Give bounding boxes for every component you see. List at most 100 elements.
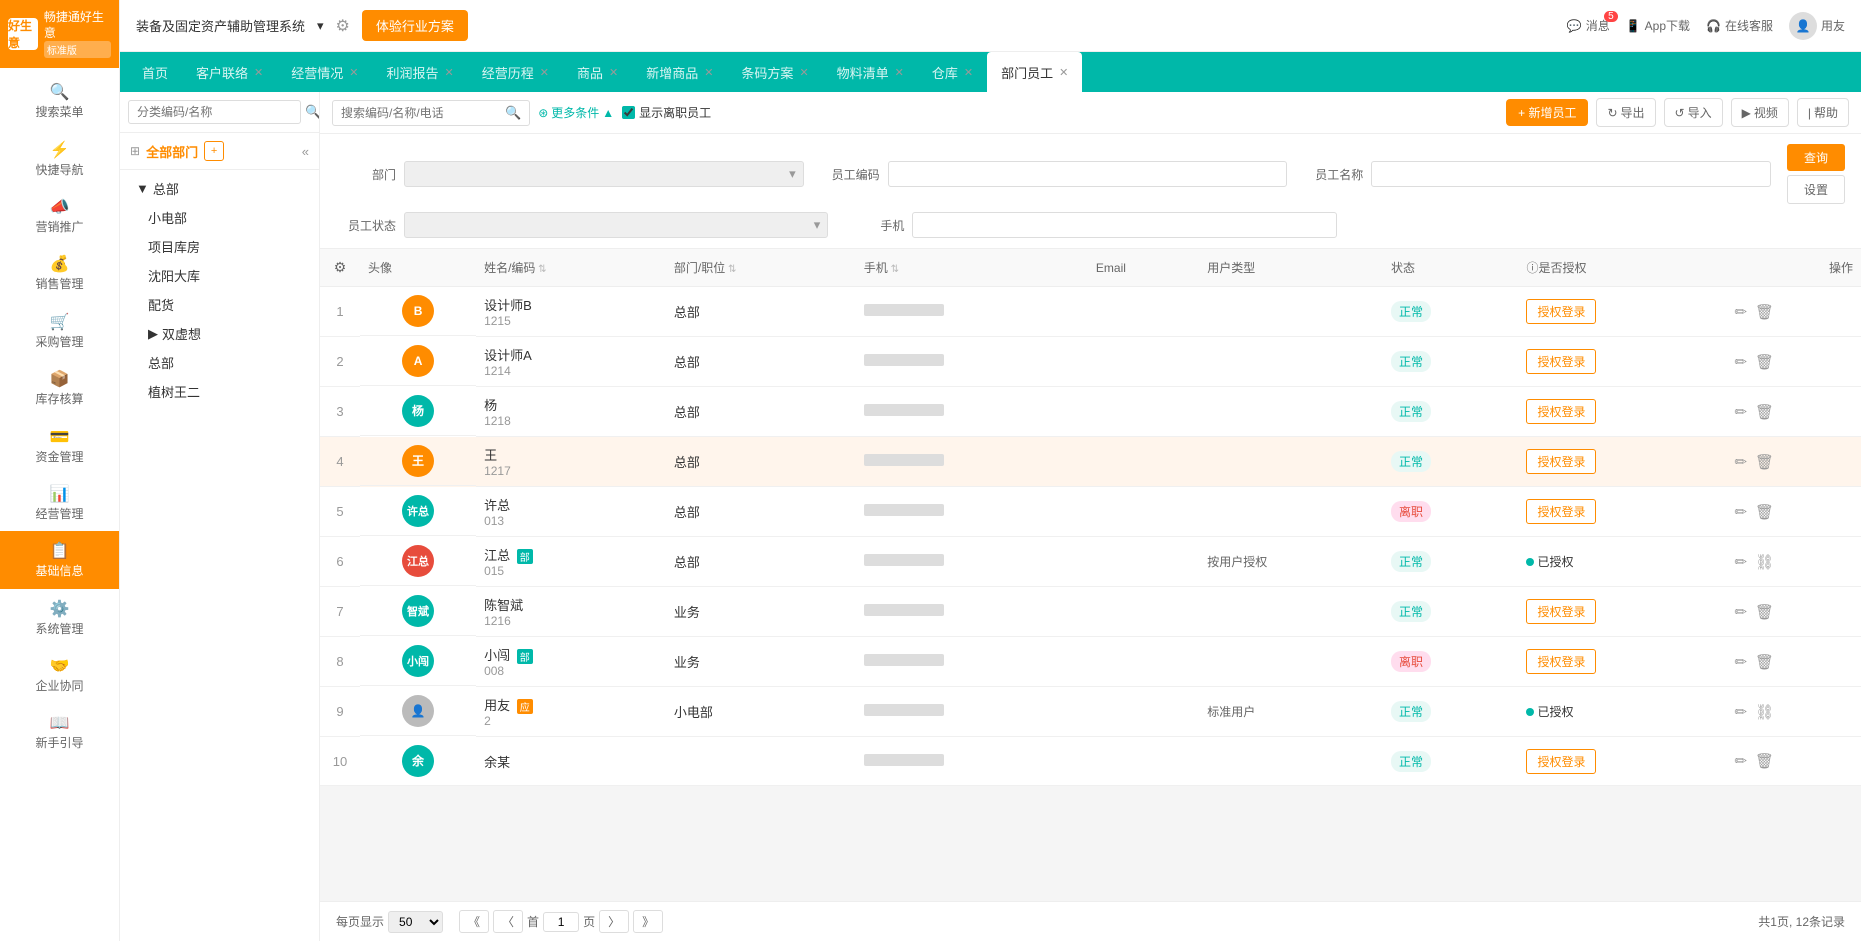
dept-select[interactable] bbox=[404, 161, 804, 187]
show-resigned-input[interactable] bbox=[622, 106, 635, 119]
sidebar-item-system[interactable]: ⚙️ 系统管理 bbox=[0, 589, 119, 646]
col-dept[interactable]: 部门/职位 bbox=[666, 249, 856, 287]
online-service-action[interactable]: 🎧 在线客服 bbox=[1706, 17, 1773, 34]
first-page-btn[interactable]: 《 bbox=[459, 910, 489, 933]
sidebar-item-inventory[interactable]: 📦 库存核算 bbox=[0, 359, 119, 416]
search-input[interactable] bbox=[341, 106, 501, 120]
tab-addgoods[interactable]: 新增商品✕ bbox=[632, 52, 727, 92]
msg-action[interactable]: 💬 消息 5 bbox=[1567, 17, 1610, 34]
tab-department[interactable]: 部门员工✕ bbox=[987, 52, 1082, 92]
delete-icon[interactable]: 🗑 bbox=[1755, 653, 1774, 671]
delete-icon[interactable]: 🗑 bbox=[1755, 752, 1774, 770]
edit-icon[interactable]: ✏ bbox=[1734, 603, 1747, 621]
close-icon[interactable]: ✕ bbox=[540, 66, 549, 79]
dept-node-xiaodianbu[interactable]: 小电部 bbox=[120, 203, 319, 232]
emp-name-input[interactable] bbox=[1371, 161, 1771, 187]
tab-profit[interactable]: 利润报告✕ bbox=[372, 52, 467, 92]
dept-node-shuangxu[interactable]: ▶ 双虚想 bbox=[120, 319, 319, 348]
edit-icon[interactable]: ✏ bbox=[1734, 752, 1747, 770]
sidebar-item-guide[interactable]: 📖 新手引导 bbox=[0, 703, 119, 760]
close-icon[interactable]: ✕ bbox=[895, 66, 904, 79]
delete-icon[interactable]: 🗑 bbox=[1755, 353, 1774, 371]
tab-customer[interactable]: 客户联络✕ bbox=[182, 52, 277, 92]
sidebar-item-quicknav[interactable]: ⚡ 快捷导航 bbox=[0, 130, 119, 187]
prev-page-btn[interactable]: 〈 bbox=[493, 910, 523, 933]
tab-warehouse[interactable]: 仓库✕ bbox=[918, 52, 987, 92]
close-icon[interactable]: ✕ bbox=[964, 66, 973, 79]
dept-search-icon[interactable]: 🔍 bbox=[305, 104, 320, 120]
close-icon[interactable]: ✕ bbox=[704, 66, 713, 79]
auth-login-btn[interactable]: 授权登录 bbox=[1526, 449, 1596, 474]
close-icon[interactable]: ✕ bbox=[1059, 66, 1068, 79]
delete-icon[interactable]: 🗑 bbox=[1755, 403, 1774, 421]
auth-login-btn[interactable]: 授权登录 bbox=[1526, 349, 1596, 374]
import-btn[interactable]: ↺ 导入 bbox=[1664, 98, 1723, 127]
sidebar-item-search[interactable]: 🔍 搜索菜单 bbox=[0, 72, 119, 129]
edit-icon[interactable]: ✏ bbox=[1734, 553, 1747, 571]
dept-node-xmkf[interactable]: 项目库房 bbox=[120, 232, 319, 261]
dept-node-zhishu[interactable]: 植树王二 bbox=[120, 377, 319, 406]
edit-icon[interactable]: ✏ bbox=[1734, 703, 1747, 721]
sidebar-item-sales[interactable]: 💰 销售管理 bbox=[0, 244, 119, 301]
system-title-dropdown[interactable]: ▾ bbox=[317, 18, 324, 34]
edit-icon[interactable]: ✏ bbox=[1734, 653, 1747, 671]
tab-barcode[interactable]: 条码方案✕ bbox=[727, 52, 822, 92]
tab-history[interactable]: 经营历程✕ bbox=[468, 52, 563, 92]
last-page-btn[interactable]: 》 bbox=[633, 910, 663, 933]
auth-login-btn[interactable]: 授权登录 bbox=[1526, 599, 1596, 624]
table-gear-icon[interactable]: ⚙ bbox=[334, 259, 347, 275]
delete-icon[interactable]: 🗑 bbox=[1755, 453, 1774, 471]
auth-login-btn[interactable]: 授权登录 bbox=[1526, 499, 1596, 524]
emp-code-input[interactable] bbox=[888, 161, 1288, 187]
edit-icon[interactable]: ✏ bbox=[1734, 503, 1747, 521]
auth-login-btn[interactable]: 授权登录 bbox=[1526, 649, 1596, 674]
tab-operations[interactable]: 经营情况✕ bbox=[277, 52, 372, 92]
dept-node-peihuo[interactable]: 配货 bbox=[120, 290, 319, 319]
sidebar-item-operations[interactable]: 📊 经营管理 bbox=[0, 474, 119, 531]
page-input[interactable] bbox=[543, 912, 579, 932]
dept-search-input[interactable] bbox=[128, 100, 301, 124]
sidebar-item-marketing[interactable]: 📣 营销推广 bbox=[0, 187, 119, 244]
sidebar-item-basicinfo[interactable]: 📋 基础信息 bbox=[0, 531, 119, 588]
tab-goods[interactable]: 商品✕ bbox=[563, 52, 632, 92]
next-page-btn[interactable]: 〉 bbox=[599, 910, 629, 933]
close-icon[interactable]: ✕ bbox=[799, 66, 808, 79]
auth-login-btn[interactable]: 授权登录 bbox=[1526, 749, 1596, 774]
link-icon[interactable]: ⛓ bbox=[1755, 703, 1774, 721]
user-action[interactable]: 👤 用友 bbox=[1789, 12, 1845, 40]
edit-icon[interactable]: ✏ bbox=[1734, 353, 1747, 371]
add-employee-btn[interactable]: + 新增员工 bbox=[1506, 99, 1588, 126]
sidebar-item-collab[interactable]: 🤝 企业协同 bbox=[0, 646, 119, 703]
dept-node-zongbu2[interactable]: 总部 bbox=[120, 348, 319, 377]
per-page-select[interactable]: 50 20 100 bbox=[388, 911, 443, 933]
show-resigned-checkbox[interactable]: 显示离职员工 bbox=[622, 104, 711, 121]
close-icon[interactable]: ✕ bbox=[445, 66, 454, 79]
more-conditions-btn[interactable]: ⊛ 更多条件 ▲ bbox=[538, 104, 614, 121]
edit-icon[interactable]: ✏ bbox=[1734, 403, 1747, 421]
col-name[interactable]: 姓名/编码 bbox=[476, 249, 666, 287]
delete-icon[interactable]: 🗑 bbox=[1755, 503, 1774, 521]
sidebar-item-purchase[interactable]: 🛒 采购管理 bbox=[0, 302, 119, 359]
gear-icon[interactable]: ⚙ bbox=[336, 16, 350, 36]
col-gear[interactable]: ⚙ bbox=[320, 249, 360, 287]
trial-btn[interactable]: 体验行业方案 bbox=[362, 10, 468, 41]
tab-home[interactable]: 首页 bbox=[128, 52, 182, 92]
emp-status-select[interactable] bbox=[404, 212, 828, 238]
dept-add-btn[interactable]: + bbox=[204, 141, 224, 161]
auth-login-btn[interactable]: 授权登录 bbox=[1526, 399, 1596, 424]
export-btn[interactable]: ↻ 导出 bbox=[1596, 98, 1655, 127]
delete-icon[interactable]: 🗑 bbox=[1755, 303, 1774, 321]
sidebar-item-finance[interactable]: 💳 资金管理 bbox=[0, 417, 119, 474]
set-btn[interactable]: 设置 bbox=[1787, 175, 1845, 204]
edit-icon[interactable]: ✏ bbox=[1734, 303, 1747, 321]
dept-all-label[interactable]: 全部部门 bbox=[146, 142, 198, 161]
phone-input[interactable] bbox=[912, 212, 1336, 238]
close-icon[interactable]: ✕ bbox=[254, 66, 263, 79]
app-download-action[interactable]: 📱 App下载 bbox=[1626, 17, 1690, 34]
dept-collapse-btn[interactable]: « bbox=[302, 144, 309, 159]
query-btn[interactable]: 查询 bbox=[1787, 144, 1845, 171]
search-icon[interactable]: 🔍 bbox=[505, 105, 521, 121]
view-btn[interactable]: ▶ 视频 bbox=[1731, 98, 1789, 127]
dept-node-zongbu[interactable]: ▼ 总部 bbox=[120, 174, 319, 203]
col-phone[interactable]: 手机 bbox=[856, 249, 1088, 287]
